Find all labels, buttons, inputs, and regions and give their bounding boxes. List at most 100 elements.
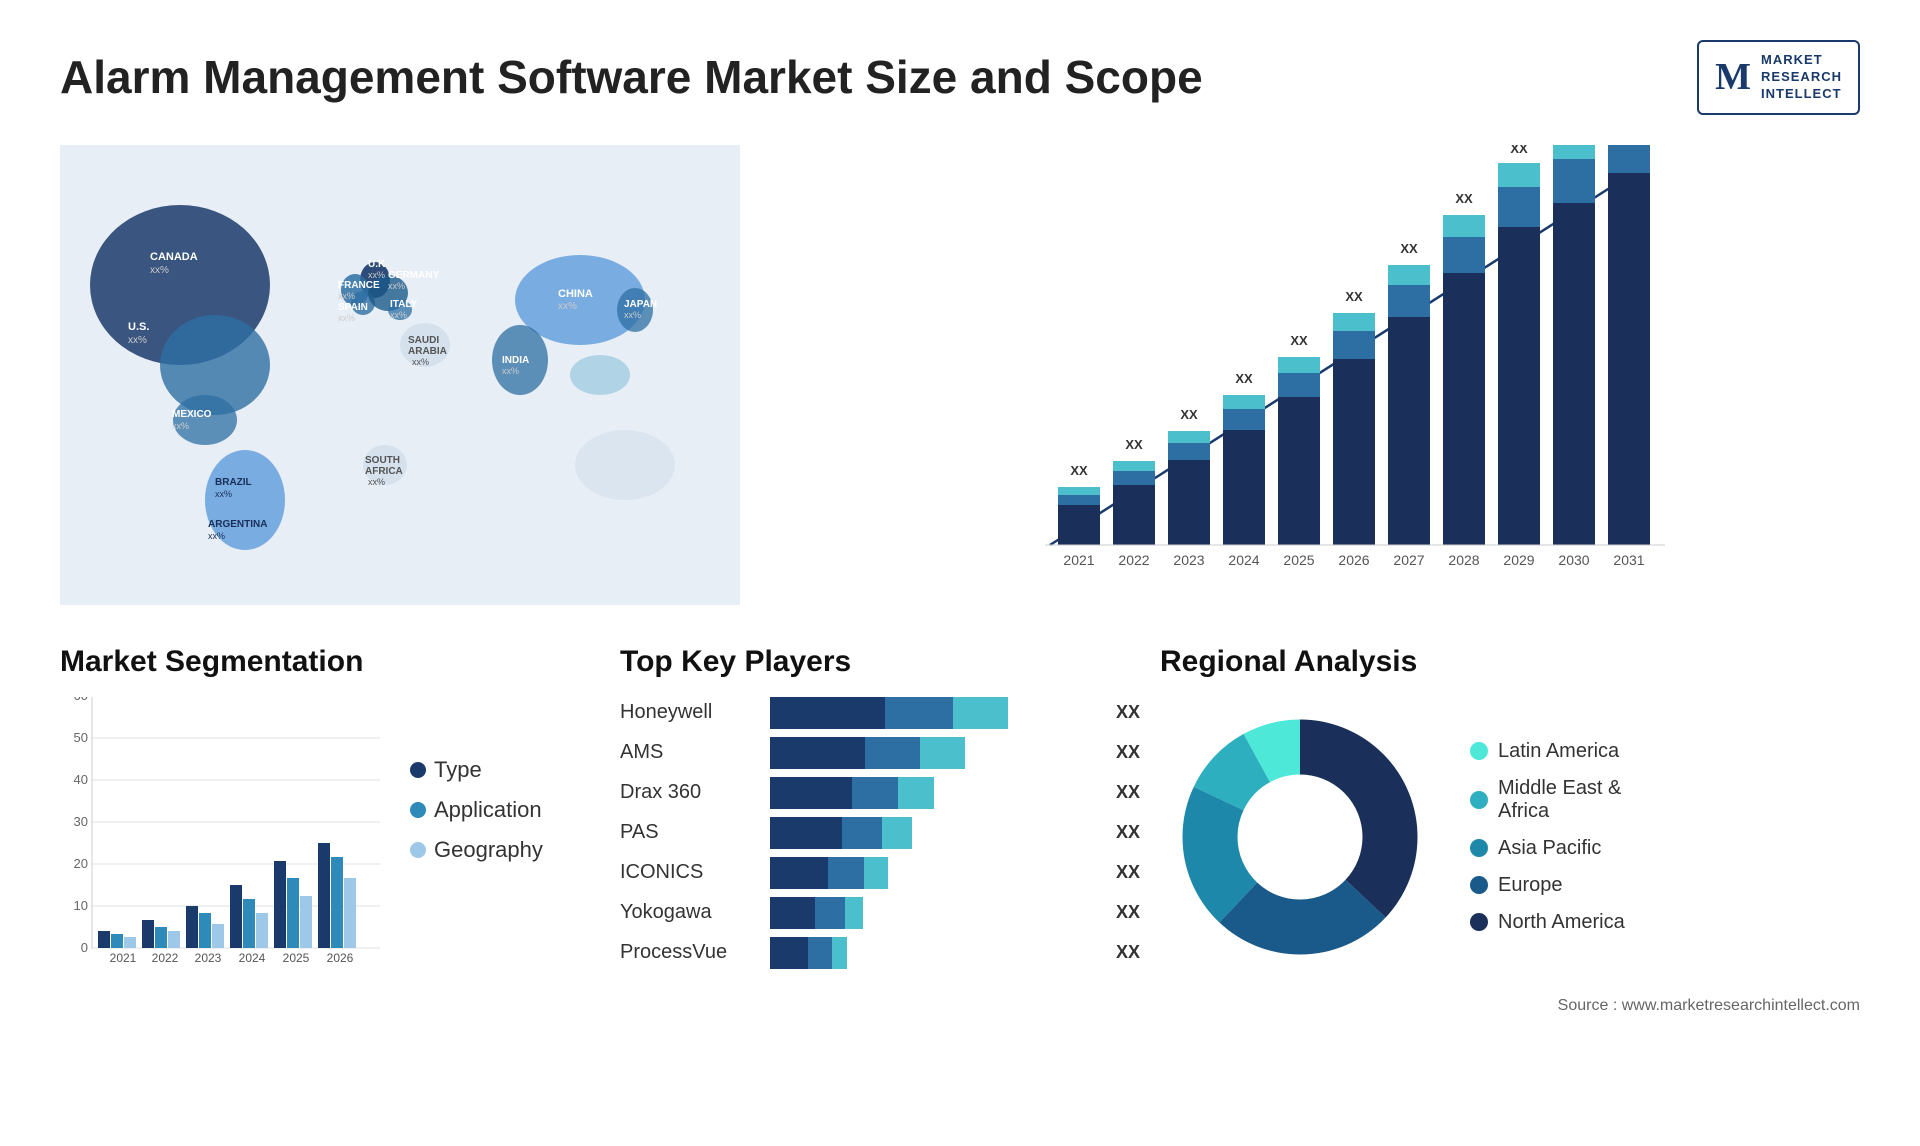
svg-text:2023: 2023 — [1173, 552, 1204, 568]
segmentation-legend: Type Application Geography — [410, 757, 543, 863]
svg-text:XX: XX — [1070, 463, 1088, 478]
world-map: CANADA xx% U.S. xx% MEXICO xx% BRAZIL xx… — [60, 145, 740, 605]
svg-text:50: 50 — [74, 730, 88, 745]
svg-text:U.S.: U.S. — [128, 321, 149, 333]
svg-text:INDIA: INDIA — [502, 355, 529, 366]
application-dot — [410, 802, 426, 818]
svg-text:XX: XX — [1290, 333, 1308, 348]
north-america-dot — [1470, 913, 1488, 931]
type-dot — [410, 762, 426, 778]
svg-text:2021: 2021 — [1063, 552, 1094, 568]
svg-text:40: 40 — [74, 772, 88, 787]
svg-text:xx%: xx% — [412, 357, 429, 367]
players-list: Honeywell XX AMS XX — [620, 697, 1140, 969]
svg-text:XX: XX — [1235, 371, 1253, 386]
bottom-section: Market Segmentation 0 10 20 30 40 50 60 — [60, 645, 1860, 1015]
segmentation-title: Market Segmentation — [60, 645, 580, 679]
top-key-players: Top Key Players Honeywell XX AMS — [580, 645, 1140, 1015]
latin-america-dot — [1470, 742, 1488, 760]
logo-text: MARKET RESEARCH INTELLECT — [1761, 52, 1842, 103]
legend-latin-america: Latin America — [1470, 740, 1625, 763]
regional-analysis: Regional Analysis — [1140, 645, 1860, 1015]
player-row-ams: AMS XX — [620, 737, 1140, 769]
svg-text:SPAIN: SPAIN — [338, 302, 368, 313]
svg-text:xx%: xx% — [215, 489, 232, 499]
svg-text:0: 0 — [81, 940, 88, 955]
player-bar-iconics — [770, 857, 1100, 889]
svg-text:2026: 2026 — [327, 951, 354, 965]
svg-text:2024: 2024 — [1228, 552, 1259, 568]
svg-text:2029: 2029 — [1503, 552, 1534, 568]
svg-text:FRANCE: FRANCE — [338, 280, 380, 291]
svg-text:GERMANY: GERMANY — [388, 270, 439, 281]
svg-text:SAUDI: SAUDI — [408, 335, 439, 346]
svg-text:20: 20 — [74, 856, 88, 871]
player-row-processvue: ProcessVue XX — [620, 937, 1140, 969]
player-bar-yokogawa — [770, 897, 1100, 929]
svg-text:xx%: xx% — [502, 366, 519, 376]
europe-dot — [1470, 876, 1488, 894]
svg-text:XX: XX — [1345, 289, 1363, 304]
legend-north-america: North America — [1470, 911, 1625, 934]
player-row-honeywell: Honeywell XX — [620, 697, 1140, 729]
legend-application: Application — [410, 797, 543, 823]
svg-text:2026: 2026 — [1338, 552, 1369, 568]
svg-text:BRAZIL: BRAZIL — [215, 477, 252, 488]
market-segmentation: Market Segmentation 0 10 20 30 40 50 60 — [60, 645, 580, 1015]
svg-text:10: 10 — [74, 898, 88, 913]
svg-text:xx%: xx% — [368, 270, 385, 280]
svg-text:xx%: xx% — [128, 335, 147, 346]
svg-text:xx%: xx% — [338, 291, 355, 301]
svg-text:SOUTH: SOUTH — [365, 455, 400, 466]
svg-text:30: 30 — [74, 814, 88, 829]
svg-text:xx%: xx% — [150, 265, 169, 276]
svg-text:2031: 2031 — [1613, 552, 1644, 568]
player-row-drax360: Drax 360 XX — [620, 777, 1140, 809]
donut-chart — [1160, 697, 1440, 977]
player-bar-drax360 — [770, 777, 1100, 809]
svg-text:2025: 2025 — [1283, 552, 1314, 568]
logo-letter: M — [1715, 55, 1751, 99]
player-row-iconics: ICONICS XX — [620, 857, 1140, 889]
player-row-pas: PAS XX — [620, 817, 1140, 849]
regional-legend: Latin America Middle East &Africa Asia P… — [1470, 740, 1625, 934]
svg-text:XX: XX — [1180, 407, 1198, 422]
legend-middle-east-africa: Middle East &Africa — [1470, 777, 1625, 823]
logo: M MARKET RESEARCH INTELLECT — [1697, 40, 1860, 115]
svg-text:xx%: xx% — [172, 421, 189, 431]
player-bar-pas — [770, 817, 1100, 849]
svg-text:2024: 2024 — [239, 951, 266, 965]
asia-pacific-dot — [1470, 839, 1488, 857]
regional-title: Regional Analysis — [1160, 645, 1860, 679]
geography-dot — [410, 842, 426, 858]
svg-text:xx%: xx% — [208, 531, 225, 541]
svg-text:xx%: xx% — [388, 281, 405, 291]
svg-text:CHINA: CHINA — [558, 288, 593, 300]
player-bar-ams — [770, 737, 1100, 769]
donut-svg — [1160, 697, 1440, 977]
svg-text:2023: 2023 — [195, 951, 222, 965]
svg-text:2030: 2030 — [1558, 552, 1589, 568]
regional-inner: Latin America Middle East &Africa Asia P… — [1160, 697, 1860, 977]
svg-text:2028: 2028 — [1448, 552, 1479, 568]
svg-text:CANADA: CANADA — [150, 251, 198, 263]
svg-text:2025: 2025 — [283, 951, 310, 965]
legend-asia-pacific: Asia Pacific — [1470, 837, 1625, 860]
growth-bar-chart: XX 2021 XX 2022 XX 2023 XX 2024 — [780, 145, 1860, 605]
svg-text:XX: XX — [1510, 145, 1528, 156]
top-section: CANADA xx% U.S. xx% MEXICO xx% BRAZIL xx… — [60, 145, 1860, 605]
svg-text:AFRICA: AFRICA — [365, 466, 403, 477]
legend-geography: Geography — [410, 837, 543, 863]
middle-east-africa-dot — [1470, 791, 1488, 809]
svg-text:xx%: xx% — [624, 310, 641, 320]
players-title: Top Key Players — [620, 645, 1140, 679]
svg-text:XX: XX — [1455, 191, 1473, 206]
svg-text:xx%: xx% — [390, 310, 407, 320]
player-bar-processvue — [770, 937, 1100, 969]
svg-text:ITALY: ITALY — [390, 299, 418, 310]
svg-text:ARGENTINA: ARGENTINA — [208, 519, 267, 530]
svg-text:XX: XX — [1125, 437, 1143, 452]
svg-text:2022: 2022 — [152, 951, 179, 965]
page-title: Alarm Management Software Market Size an… — [60, 50, 1203, 104]
svg-text:xx%: xx% — [368, 477, 385, 487]
